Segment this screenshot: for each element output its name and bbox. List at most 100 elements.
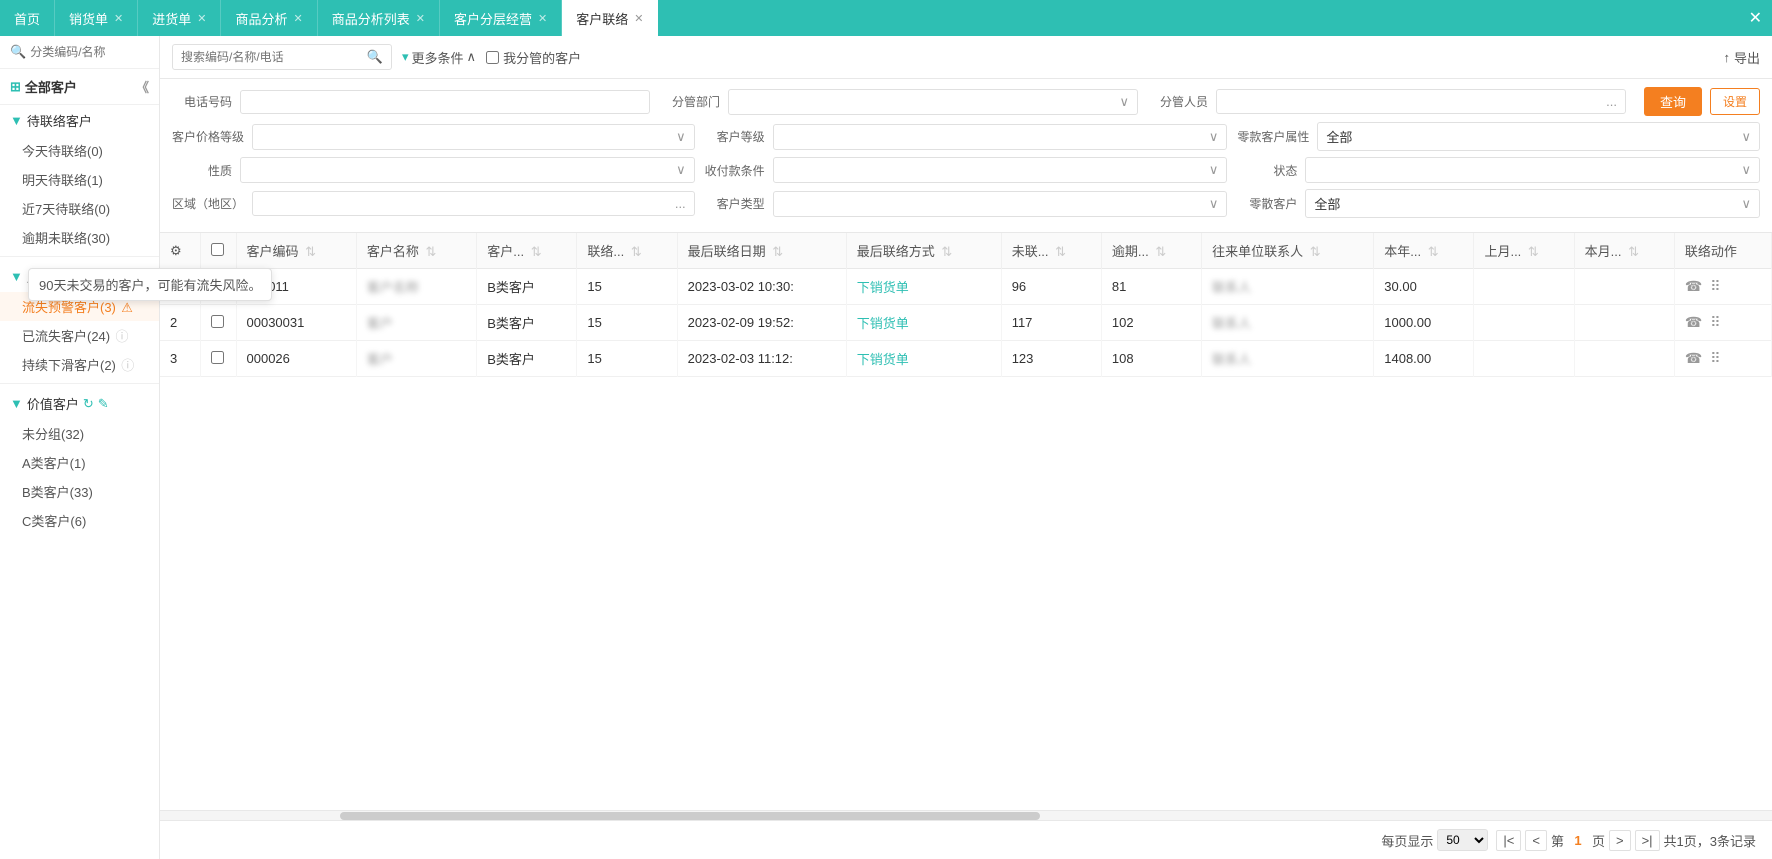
tab-analysis-close[interactable]: ✕ [294, 12, 303, 25]
tab-customer-tier[interactable]: 客户分层经营 ✕ [440, 0, 562, 36]
col-type[interactable]: 客户... ⇅ [477, 233, 577, 269]
col-checkbox[interactable] [200, 233, 236, 269]
sidebar-item-overdue[interactable]: 逾期未联络(30) [0, 223, 159, 252]
dept-select[interactable]: ∨ [728, 89, 1138, 115]
query-button[interactable]: 查询 [1644, 87, 1702, 116]
tab-customer-contact[interactable]: 客户联络 ✕ [562, 0, 658, 36]
zero-customer-select[interactable]: 全部 ∨ [1305, 189, 1760, 218]
row3-check[interactable] [211, 351, 224, 364]
filter-search-icon[interactable]: 🔍 [367, 49, 383, 65]
export-button[interactable]: ↑ 导出 [1723, 48, 1760, 67]
col-name[interactable]: 客户名称 ⇅ [356, 233, 476, 269]
my-customers-checkbox[interactable] [486, 51, 499, 64]
sidebar-item-tomorrow[interactable]: 明天待联络(1) [0, 165, 159, 194]
sidebar-item-ungroup[interactable]: 未分组(32) [0, 419, 159, 448]
sidebar: 🔍 ⊞ 全部客户 《 ▼ 待联络客户 今天待联络(0) 明天待联络(1) 近7天… [0, 36, 160, 859]
tab-analysis-list[interactable]: 商品分析列表 ✕ [318, 0, 440, 36]
row2-check[interactable] [211, 315, 224, 328]
tab-analysis-list-close[interactable]: ✕ [416, 12, 425, 25]
sidebar-search-bar[interactable]: 🔍 [0, 36, 159, 69]
filter-search-box[interactable]: 🔍 [172, 44, 392, 70]
next-page-btn[interactable]: > [1609, 830, 1631, 851]
tab-home[interactable]: 首页 [0, 0, 55, 36]
col-no-contact-label: 未联... [1012, 244, 1049, 259]
per-page-select[interactable]: 50 100 200 [1437, 829, 1488, 851]
filter-my-customers[interactable]: 我分管的客户 [486, 48, 581, 67]
row2-more-icon[interactable]: ⠿ [1710, 314, 1720, 331]
customer-type-chevron: ∨ [1209, 196, 1219, 212]
row2-type: B类客户 [477, 305, 577, 341]
gender-select[interactable]: ∨ [240, 157, 695, 183]
zero-sale-select[interactable]: 全部 ∨ [1317, 122, 1760, 151]
sidebar-section-value[interactable]: ▼ 价值客户 ↻ ✎ [0, 388, 159, 419]
col-last-date[interactable]: 最后联络日期 ⇅ [677, 233, 846, 269]
col-unit-contact[interactable]: 往来单位联系人 ⇅ [1202, 233, 1374, 269]
tab-purchase[interactable]: 进货单 ✕ [138, 0, 221, 36]
sidebar-item-today[interactable]: 今天待联络(0) [0, 136, 159, 165]
staff-chevron: ... [1606, 94, 1617, 109]
sidebar-section-pending[interactable]: ▼ 待联络客户 [0, 105, 159, 136]
h-scroll-thumb[interactable] [340, 812, 1040, 820]
row3-last-way[interactable]: 下销货单 [846, 341, 1001, 377]
col-this-year[interactable]: 本年... ⇅ [1374, 233, 1474, 269]
row2-code: 00030031 [236, 305, 356, 341]
customer-type-select[interactable]: ∨ [773, 191, 1228, 217]
row3-phone-icon[interactable]: ☎ [1685, 350, 1702, 367]
col-last-way[interactable]: 最后联络方式 ⇅ [846, 233, 1001, 269]
row1-last-way-link[interactable]: 下销货单 [857, 280, 909, 295]
sidebar-item-week[interactable]: 近7天待联络(0) [0, 194, 159, 223]
filter-search-input[interactable] [181, 50, 363, 64]
tab-sales[interactable]: 销货单 ✕ [55, 0, 138, 36]
sidebar-item-b-class[interactable]: B类客户(33) [0, 477, 159, 506]
col-settings[interactable]: ⚙ [160, 233, 200, 269]
last-page-btn[interactable]: >| [1635, 830, 1660, 851]
col-contact[interactable]: 联络... ⇅ [577, 233, 677, 269]
row3-checkbox[interactable] [200, 341, 236, 377]
settings-button[interactable]: 设置 [1710, 88, 1760, 115]
tab-bar: 首页 销货单 ✕ 进货单 ✕ 商品分析 ✕ 商品分析列表 ✕ 客户分层经营 ✕ … [0, 0, 1772, 36]
row1-phone-icon[interactable]: ☎ [1685, 278, 1702, 295]
row2-phone-icon[interactable]: ☎ [1685, 314, 1702, 331]
sidebar-all-customers[interactable]: ⊞ 全部客户 《 [0, 69, 159, 105]
staff-select[interactable]: ... [1216, 89, 1626, 114]
row3-last-way-link[interactable]: 下销货单 [857, 352, 909, 367]
value-refresh-icon[interactable]: ↻ [83, 396, 94, 412]
tab-purchase-close[interactable]: ✕ [197, 12, 206, 25]
payment-select[interactable]: ∨ [773, 157, 1228, 183]
sidebar-search-input[interactable] [30, 45, 149, 59]
price-level-select[interactable]: ∨ [252, 124, 695, 150]
col-code[interactable]: 客户编码 ⇅ [236, 233, 356, 269]
prev-page-btn[interactable]: < [1525, 830, 1547, 851]
churn-tooltip: 90天未交易的客户，可能有流失风险。 [28, 268, 272, 301]
select-all-checkbox[interactable] [211, 243, 224, 256]
h-scroll-area[interactable] [160, 810, 1772, 820]
tab-customer-tier-close[interactable]: ✕ [538, 12, 547, 25]
row2-last-way[interactable]: 下销货单 [846, 305, 1001, 341]
tab-bar-close[interactable]: ✕ [1749, 8, 1772, 28]
row2-checkbox[interactable] [200, 305, 236, 341]
sidebar-item-churned[interactable]: 已流失客户(24) ⓘ [0, 321, 159, 350]
tab-sales-close[interactable]: ✕ [114, 12, 123, 25]
phone-input[interactable] [240, 90, 650, 114]
row1-last-way[interactable]: 下销货单 [846, 269, 1001, 305]
tab-customer-contact-close[interactable]: ✕ [634, 12, 643, 25]
row1-more-icon[interactable]: ⠿ [1710, 278, 1720, 295]
row2-last-way-link[interactable]: 下销货单 [857, 316, 909, 331]
region-select[interactable]: ... [252, 191, 695, 216]
customer-level-select[interactable]: ∨ [773, 124, 1228, 150]
col-no-contact[interactable]: 未联... ⇅ [1001, 233, 1101, 269]
separator-1 [0, 256, 159, 257]
col-last-month[interactable]: 上月... ⇅ [1474, 233, 1574, 269]
row3-unit-blurred: 联系人 [1212, 352, 1251, 367]
status-select[interactable]: ∨ [1305, 157, 1760, 183]
sidebar-item-c-class[interactable]: C类客户(6) [0, 506, 159, 535]
first-page-btn[interactable]: |< [1496, 830, 1521, 851]
tab-analysis[interactable]: 商品分析 ✕ [221, 0, 317, 36]
row3-more-icon[interactable]: ⠿ [1710, 350, 1720, 367]
col-this-month[interactable]: 本月... ⇅ [1574, 233, 1674, 269]
sidebar-item-a-class[interactable]: A类客户(1) [0, 448, 159, 477]
value-edit-icon[interactable]: ✎ [98, 396, 109, 412]
filter-more-btn[interactable]: ▾ 更多条件 ∧ [402, 48, 476, 67]
sidebar-item-declining[interactable]: 持续下滑客户(2) ⓘ [0, 350, 159, 379]
col-overdue[interactable]: 逾期... ⇅ [1101, 233, 1201, 269]
